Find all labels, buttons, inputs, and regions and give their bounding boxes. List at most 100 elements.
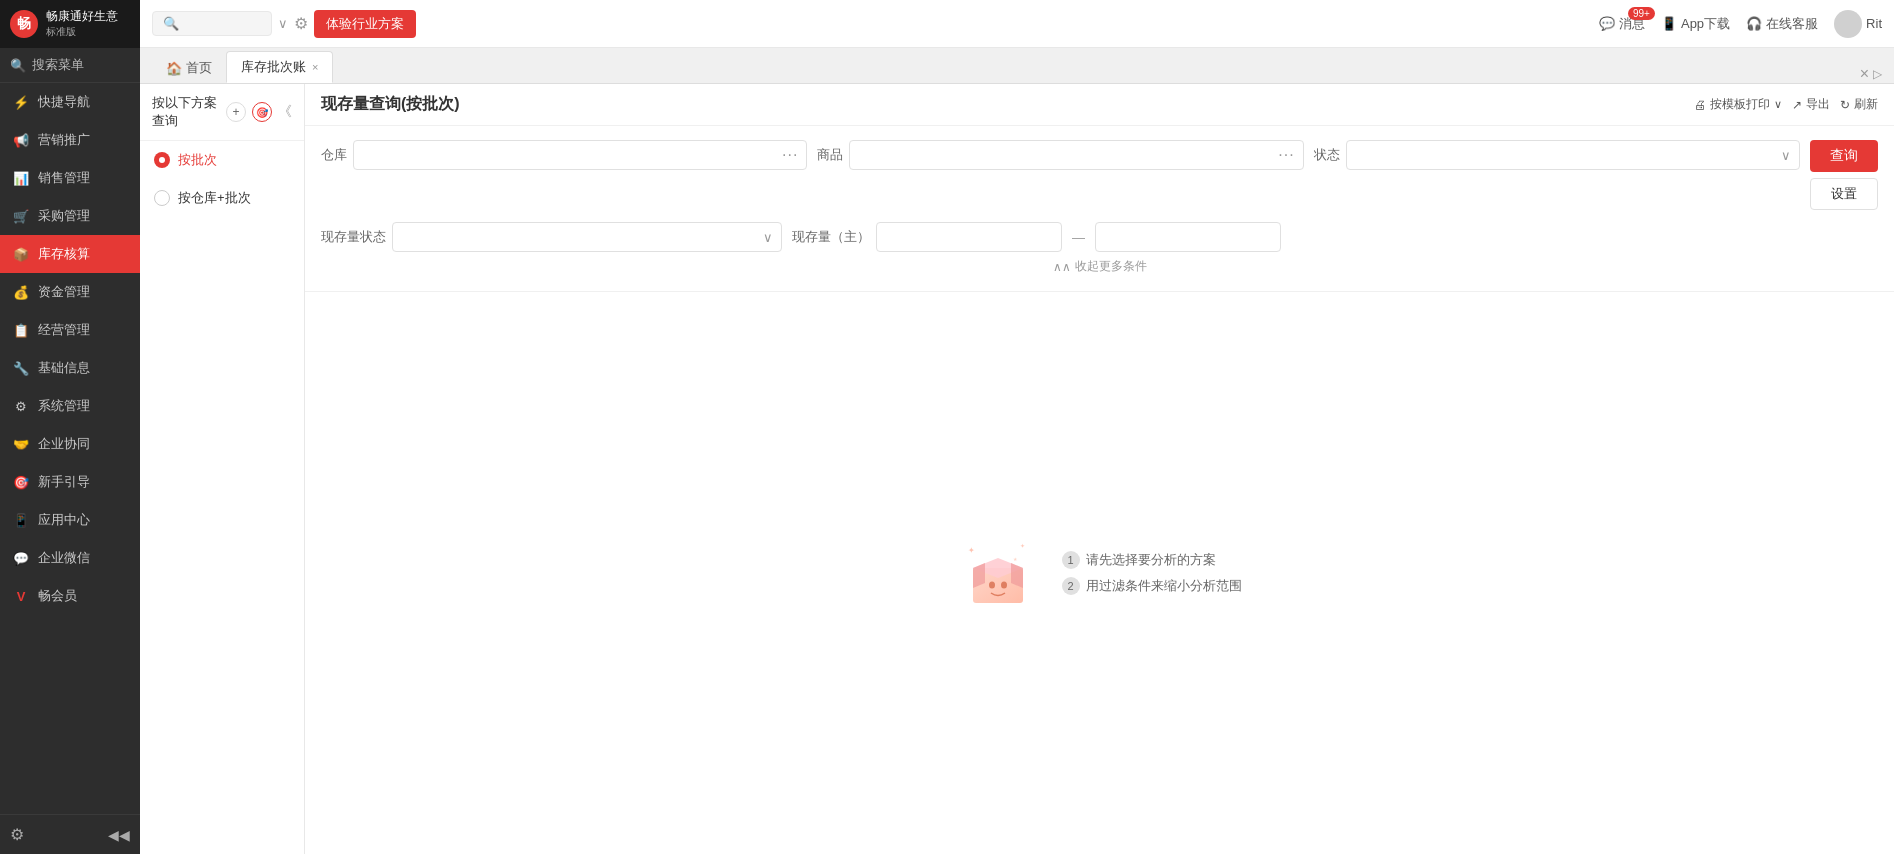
refresh-btn[interactable]: ↻ 刷新 xyxy=(1840,96,1878,113)
left-panel-title: 按以下方案查询 xyxy=(152,94,226,130)
user-avatar[interactable]: Rit xyxy=(1834,10,1882,38)
plus-icon: + xyxy=(232,105,239,119)
status-select[interactable]: ∨ xyxy=(1346,140,1800,170)
inv-qty-min-input[interactable] xyxy=(876,222,1062,252)
sidebar-item-purchase[interactable]: 🛒 采购管理 xyxy=(0,197,140,235)
sidebar-edition: 标准版 xyxy=(46,25,118,39)
scheme-settings-btn[interactable]: 🎯 xyxy=(252,102,272,122)
sidebar-item-basic[interactable]: 🔧 基础信息 xyxy=(0,349,140,387)
collapse-label: 收起更多条件 xyxy=(1075,258,1147,275)
system-icon: ⚙ xyxy=(12,397,30,415)
add-scheme-btn[interactable]: + xyxy=(226,102,246,122)
shortcut-icon: ⚡ xyxy=(12,93,30,111)
filter-area: 仓库 ··· 商品 ··· xyxy=(305,126,1894,292)
dropdown-icon[interactable]: ∨ xyxy=(278,16,288,31)
newbie-icon: 🎯 xyxy=(12,473,30,491)
print-dropdown-icon[interactable]: ∨ xyxy=(1774,98,1782,111)
close-panel-icon[interactable]: × xyxy=(1860,65,1873,83)
warehouse-input[interactable]: ··· xyxy=(353,140,807,170)
scheme-item-warehouse-batch[interactable]: 按仓库+批次 xyxy=(140,179,304,217)
product-ellipsis: ··· xyxy=(1278,146,1294,164)
filter-status-item: 状态 ∨ xyxy=(1314,140,1800,170)
topbar: 🔍 ∨ ⚙ 体验行业方案 💬 消息 99+ 📱 App下载 🎧 在线客服 xyxy=(140,0,1894,48)
left-panel: 按以下方案查询 + 🎯 《 按批次 按仓 xyxy=(140,84,305,854)
sidebar: 畅 畅康通好生意 标准版 🔍 搜索菜单 ⚡ 快捷导航 📢 营销推广 📊 销售管理… xyxy=(0,0,140,854)
collapse-conditions-btn[interactable]: ∧∧ 收起更多条件 xyxy=(321,252,1878,277)
tab-close-icon[interactable]: × xyxy=(312,61,318,73)
marketing-icon: 📢 xyxy=(12,131,30,149)
sidebar-item-shortcut[interactable]: ⚡ 快捷导航 xyxy=(0,83,140,121)
empty-state-content: ✦ ✦ ★ 1 请先选择要分析的方案 2 用过滤条件来缩小分析范围 xyxy=(958,533,1242,613)
tip-text-1: 请先选择要分析的方案 xyxy=(1086,551,1216,569)
topbar-gear-icon[interactable]: ⚙ xyxy=(294,14,308,33)
inv-qty-label: 现存量（主） xyxy=(792,228,870,246)
page-header: 现存量查询(按批次) 🖨 按模板打印 ∨ ↗ 导出 ↻ 刷新 xyxy=(305,84,1894,126)
inv-status-select[interactable]: ∨ xyxy=(392,222,782,252)
query-button[interactable]: 查询 xyxy=(1810,140,1878,172)
phone-icon: 📱 xyxy=(1661,16,1677,31)
refresh-icon: ↻ xyxy=(1840,98,1850,112)
filter-inv-status-item: 现存量状态 ∨ xyxy=(321,222,782,252)
sidebar-brand: 畅康通好生意 标准版 xyxy=(46,9,118,39)
topbar-search[interactable]: 🔍 xyxy=(152,11,272,36)
sidebar-item-sales[interactable]: 📊 销售管理 xyxy=(0,159,140,197)
export-btn[interactable]: ↗ 导出 xyxy=(1792,96,1830,113)
finance-icon: 💰 xyxy=(12,283,30,301)
tab-inventory-batch[interactable]: 库存批次账 × xyxy=(226,51,333,83)
sidebar-item-operation[interactable]: 📋 经营管理 xyxy=(0,311,140,349)
user-name: Rit xyxy=(1866,16,1882,31)
inv-qty-max-input[interactable] xyxy=(1095,222,1281,252)
topbar-search-icon: 🔍 xyxy=(163,16,179,31)
sidebar-item-vip[interactable]: V 畅会员 xyxy=(0,577,140,615)
sidebar-item-finance[interactable]: 💰 资金管理 xyxy=(0,273,140,311)
tabs-bar: 🏠 首页 库存批次账 × × ▷ xyxy=(140,48,1894,84)
warehouse-ellipsis: ··· xyxy=(782,146,798,164)
sidebar-item-enterprise[interactable]: 🤝 企业协同 xyxy=(0,425,140,463)
filter-warehouse-item: 仓库 ··· xyxy=(321,140,807,170)
settings-icon[interactable]: ⚙ xyxy=(10,825,24,844)
empty-tip-2: 2 用过滤条件来缩小分析范围 xyxy=(1062,577,1242,595)
sidebar-item-label: 畅会员 xyxy=(38,587,77,605)
empty-tips: 1 请先选择要分析的方案 2 用过滤条件来缩小分析范围 xyxy=(1062,551,1242,595)
scheme-active-dot xyxy=(154,152,170,168)
sidebar-item-label: 库存核算 xyxy=(38,245,90,263)
message-badge: 99+ xyxy=(1628,7,1655,20)
sidebar-item-appstore[interactable]: 📱 应用中心 xyxy=(0,501,140,539)
trial-button[interactable]: 体验行业方案 xyxy=(314,10,416,38)
status-label: 状态 xyxy=(1314,146,1340,164)
product-input[interactable]: ··· xyxy=(849,140,1303,170)
print-btn[interactable]: 🖨 按模板打印 ∨ xyxy=(1694,96,1782,113)
sidebar-item-wechat[interactable]: 💬 企业微信 xyxy=(0,539,140,577)
settings-button[interactable]: 设置 xyxy=(1810,178,1878,210)
app-download-btn[interactable]: 📱 App下载 xyxy=(1661,15,1730,33)
svg-point-0 xyxy=(159,157,165,163)
filter-inv-qty-item: 现存量（主） — xyxy=(792,222,1281,252)
svg-text:✦: ✦ xyxy=(968,546,975,555)
scheme-inactive-dot xyxy=(154,190,170,206)
export-icon: ↗ xyxy=(1792,98,1802,112)
expand-icon[interactable]: ▷ xyxy=(1873,67,1882,81)
headset-icon: 🎧 xyxy=(1746,16,1762,31)
sidebar-item-label: 企业协同 xyxy=(38,435,90,453)
warehouse-label: 仓库 xyxy=(321,146,347,164)
right-panel: 现存量查询(按批次) 🖨 按模板打印 ∨ ↗ 导出 ↻ 刷新 xyxy=(305,84,1894,854)
sidebar-item-marketing[interactable]: 📢 营销推广 xyxy=(0,121,140,159)
sidebar-item-newbie[interactable]: 🎯 新手引导 xyxy=(0,463,140,501)
left-panel-header: 按以下方案查询 + 🎯 《 xyxy=(140,84,304,141)
svg-point-5 xyxy=(989,582,995,589)
online-service-btn[interactable]: 🎧 在线客服 xyxy=(1746,15,1818,33)
sidebar-item-system[interactable]: ⚙ 系统管理 xyxy=(0,387,140,425)
tab-home[interactable]: 🏠 首页 xyxy=(152,53,226,83)
collapse-left-panel-icon[interactable]: 《 xyxy=(278,103,292,121)
sidebar-item-label: 采购管理 xyxy=(38,207,90,225)
vip-icon: V xyxy=(12,587,30,605)
wechat-icon: 💬 xyxy=(12,549,30,567)
sidebar-item-inventory[interactable]: 📦 库存核算 xyxy=(0,235,140,273)
collapse-sidebar-icon[interactable]: ◀◀ xyxy=(108,827,130,843)
inventory-icon: 📦 xyxy=(12,245,30,263)
scheme-item-batch[interactable]: 按批次 xyxy=(140,141,304,179)
enterprise-icon: 🤝 xyxy=(12,435,30,453)
print-label: 按模板打印 xyxy=(1710,96,1770,113)
sidebar-search[interactable]: 🔍 搜索菜单 xyxy=(0,48,140,83)
message-btn[interactable]: 💬 消息 99+ xyxy=(1599,15,1645,33)
